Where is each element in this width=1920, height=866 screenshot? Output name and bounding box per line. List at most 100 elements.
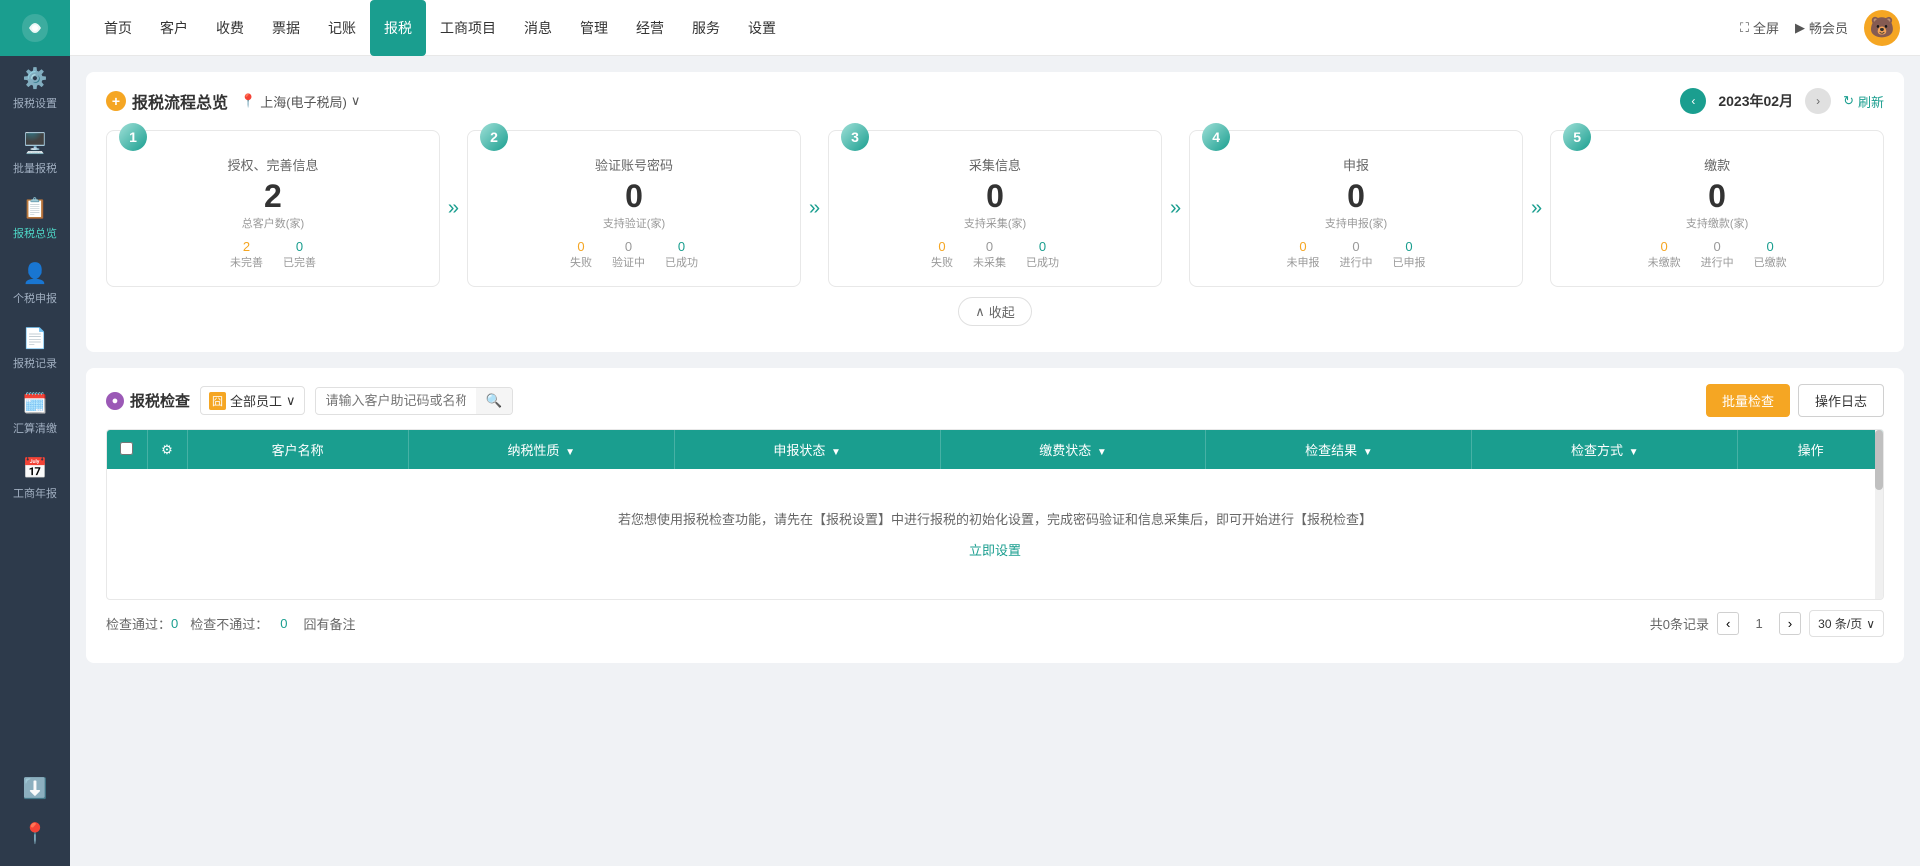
check-circle-icon: ●: [106, 392, 124, 410]
avatar[interactable]: 🐻: [1864, 10, 1900, 46]
current-page: 1: [1747, 613, 1770, 634]
check-method-filter-icon[interactable]: ▼: [1629, 447, 1639, 458]
step-3-stat-0-lbl: 失败: [931, 254, 953, 270]
step-2-title: 验证账号密码: [484, 155, 784, 174]
nav-business[interactable]: 工商项目: [426, 0, 510, 56]
operation-log-button[interactable]: 操作日志: [1798, 384, 1884, 417]
next-page-button[interactable]: ›: [1779, 612, 1801, 635]
sidebar-item-annual-report[interactable]: 📅 工商年报: [0, 446, 70, 511]
step-2-sub: 支持验证(家): [484, 215, 784, 231]
fail-count[interactable]: 0: [280, 616, 287, 631]
refresh-button[interactable]: ↻ 刷新: [1843, 92, 1884, 111]
select-all-checkbox[interactable]: [120, 442, 133, 455]
step-2-stat-0: 0 失败: [570, 239, 592, 270]
step-1-title: 授权、完善信息: [123, 155, 423, 174]
step-3-stat-2-lbl: 已成功: [1026, 254, 1059, 270]
sidebar-item-batch-tax[interactable]: 🖥️ 批量报税: [0, 121, 70, 186]
prev-month-button[interactable]: ‹: [1680, 88, 1706, 114]
sidebar-item-personal-filing[interactable]: 👤 个税申报: [0, 251, 70, 316]
immediate-setup-link[interactable]: 立即设置: [969, 543, 1021, 558]
scrollbar-track: [1875, 430, 1883, 599]
chevron-down-icon: ∨: [351, 93, 361, 109]
step-3-count: 0: [845, 178, 1145, 215]
step-3-number: 3: [841, 123, 869, 151]
nav-tax[interactable]: 报税: [370, 0, 426, 56]
search-button[interactable]: 🔍: [476, 388, 513, 414]
overview-card: + 报税流程总览 📍 上海(电子税局) ∨ ‹ 2023年02月 › ↻ 刷新: [86, 72, 1904, 352]
tax-overview-icon: 📋: [23, 196, 48, 221]
member-icon: ▶: [1795, 20, 1805, 36]
fullscreen-button[interactable]: ⛶ 全屏: [1740, 18, 1779, 37]
sidebar-item-tax-overview[interactable]: 📋 报税总览: [0, 186, 70, 251]
step-4-stat-1: 0 进行中: [1340, 239, 1373, 270]
step-3-stat-1-val: 0: [973, 239, 1006, 254]
th-check-result: 检查结果 ▼: [1206, 430, 1472, 469]
nav-invoice[interactable]: 票据: [258, 0, 314, 56]
step-3-stat-1: 0 未采集: [973, 239, 1006, 270]
step-3-title: 采集信息: [845, 155, 1145, 174]
location-badge[interactable]: 📍 上海(电子税局) ∨: [240, 92, 360, 111]
step-4-count: 0: [1206, 178, 1506, 215]
step-1-stat-0-lbl: 未完善: [230, 254, 263, 270]
step-3-stat-2-val: 0: [1026, 239, 1059, 254]
empty-message: 若您想使用报税检查功能，请先在【报税设置】中进行报税的初始化设置，完成密码验证和…: [107, 469, 1883, 599]
check-result-filter-icon[interactable]: ▼: [1363, 447, 1373, 458]
th-operation: 操作: [1738, 430, 1883, 469]
step-3-stat-0: 0 失败: [931, 239, 953, 270]
logo: [0, 0, 70, 56]
nav-accounting[interactable]: 记账: [314, 0, 370, 56]
nav-settings[interactable]: 设置: [734, 0, 790, 56]
pass-count[interactable]: 0: [171, 616, 178, 631]
sidebar-item-tax-settings[interactable]: ⚙️ 报税设置: [0, 56, 70, 121]
nav-home[interactable]: 首页: [90, 0, 146, 56]
next-month-button[interactable]: ›: [1805, 88, 1831, 114]
nav-fee[interactable]: 收费: [202, 0, 258, 56]
batch-tax-icon: 🖥️: [23, 131, 48, 156]
sidebar-item-location[interactable]: 📍: [0, 811, 70, 856]
step-5-stats: 0 未缴款 0 进行中 0 已缴款: [1567, 239, 1867, 270]
step-5-stat-1-val: 0: [1701, 239, 1734, 254]
nav-operation[interactable]: 经营: [622, 0, 678, 56]
step-2-number: 2: [480, 123, 508, 151]
sidebar-item-tax-records[interactable]: 📄 报税记录: [0, 316, 70, 381]
collapse-button[interactable]: ∧ 收起: [958, 297, 1032, 326]
search-input[interactable]: [316, 388, 476, 413]
fail-label: 检查不通过：: [190, 614, 268, 633]
nav-message[interactable]: 消息: [510, 0, 566, 56]
filing-status-filter-icon[interactable]: ▼: [831, 447, 841, 458]
step-4-card: 4 申报 0 支持申报(家) 0 未申报 0 进行中: [1189, 130, 1523, 287]
th-checkbox: [107, 430, 147, 469]
step-4-stat-1-lbl: 进行中: [1340, 254, 1373, 270]
step-4-stat-0-lbl: 未申报: [1287, 254, 1320, 270]
payment-status-filter-icon[interactable]: ▼: [1097, 447, 1107, 458]
prev-page-button[interactable]: ‹: [1717, 612, 1739, 635]
sidebar-item-download[interactable]: ⬇️: [0, 766, 70, 811]
nav-service[interactable]: 服务: [678, 0, 734, 56]
steps-container: 1 授权、完善信息 2 总客户数(家) 2 未完善 0 已完善: [106, 130, 1884, 287]
nav-management[interactable]: 管理: [566, 0, 622, 56]
nav-client[interactable]: 客户: [146, 0, 202, 56]
table-settings-icon[interactable]: ⚙: [161, 442, 173, 457]
arrow-3-4: »: [1162, 130, 1189, 287]
employee-filter-select[interactable]: 囧 全部员工 ∨: [200, 386, 305, 415]
th-payment-status: 缴费状态 ▼: [940, 430, 1206, 469]
table-footer: 检查通过： 0 检查不通过： 0 囧有备注 共0条记录 ‹ 1 › 30 条/页…: [106, 600, 1884, 647]
tax-nature-filter-icon[interactable]: ▼: [565, 447, 575, 458]
batch-check-button[interactable]: 批量检查: [1706, 384, 1790, 417]
step-1-card: 1 授权、完善信息 2 总客户数(家) 2 未完善 0 已完善: [106, 130, 440, 287]
page-size-select[interactable]: 30 条/页 ∨: [1809, 610, 1884, 637]
member-button[interactable]: ▶ 畅会员: [1795, 18, 1848, 37]
step-1-count: 2: [123, 178, 423, 215]
scrollbar-thumb[interactable]: [1875, 430, 1883, 490]
sidebar-item-settlement[interactable]: 🗓️ 汇算清缴: [0, 381, 70, 446]
step-4-title: 申报: [1206, 155, 1506, 174]
step-5-stat-2-lbl: 已缴款: [1754, 254, 1787, 270]
step-2-stat-1-lbl: 验证中: [612, 254, 645, 270]
step-4-stat-2: 0 已申报: [1393, 239, 1426, 270]
table-empty-row: 若您想使用报税检查功能，请先在【报税设置】中进行报税的初始化设置，完成密码验证和…: [107, 469, 1883, 599]
step-5-title: 缴款: [1567, 155, 1867, 174]
step-5-stat-2-val: 0: [1754, 239, 1787, 254]
page-size-chevron-icon: ∨: [1866, 617, 1875, 631]
step-5-sub: 支持缴款(家): [1567, 215, 1867, 231]
arrow-4-5: »: [1523, 130, 1550, 287]
